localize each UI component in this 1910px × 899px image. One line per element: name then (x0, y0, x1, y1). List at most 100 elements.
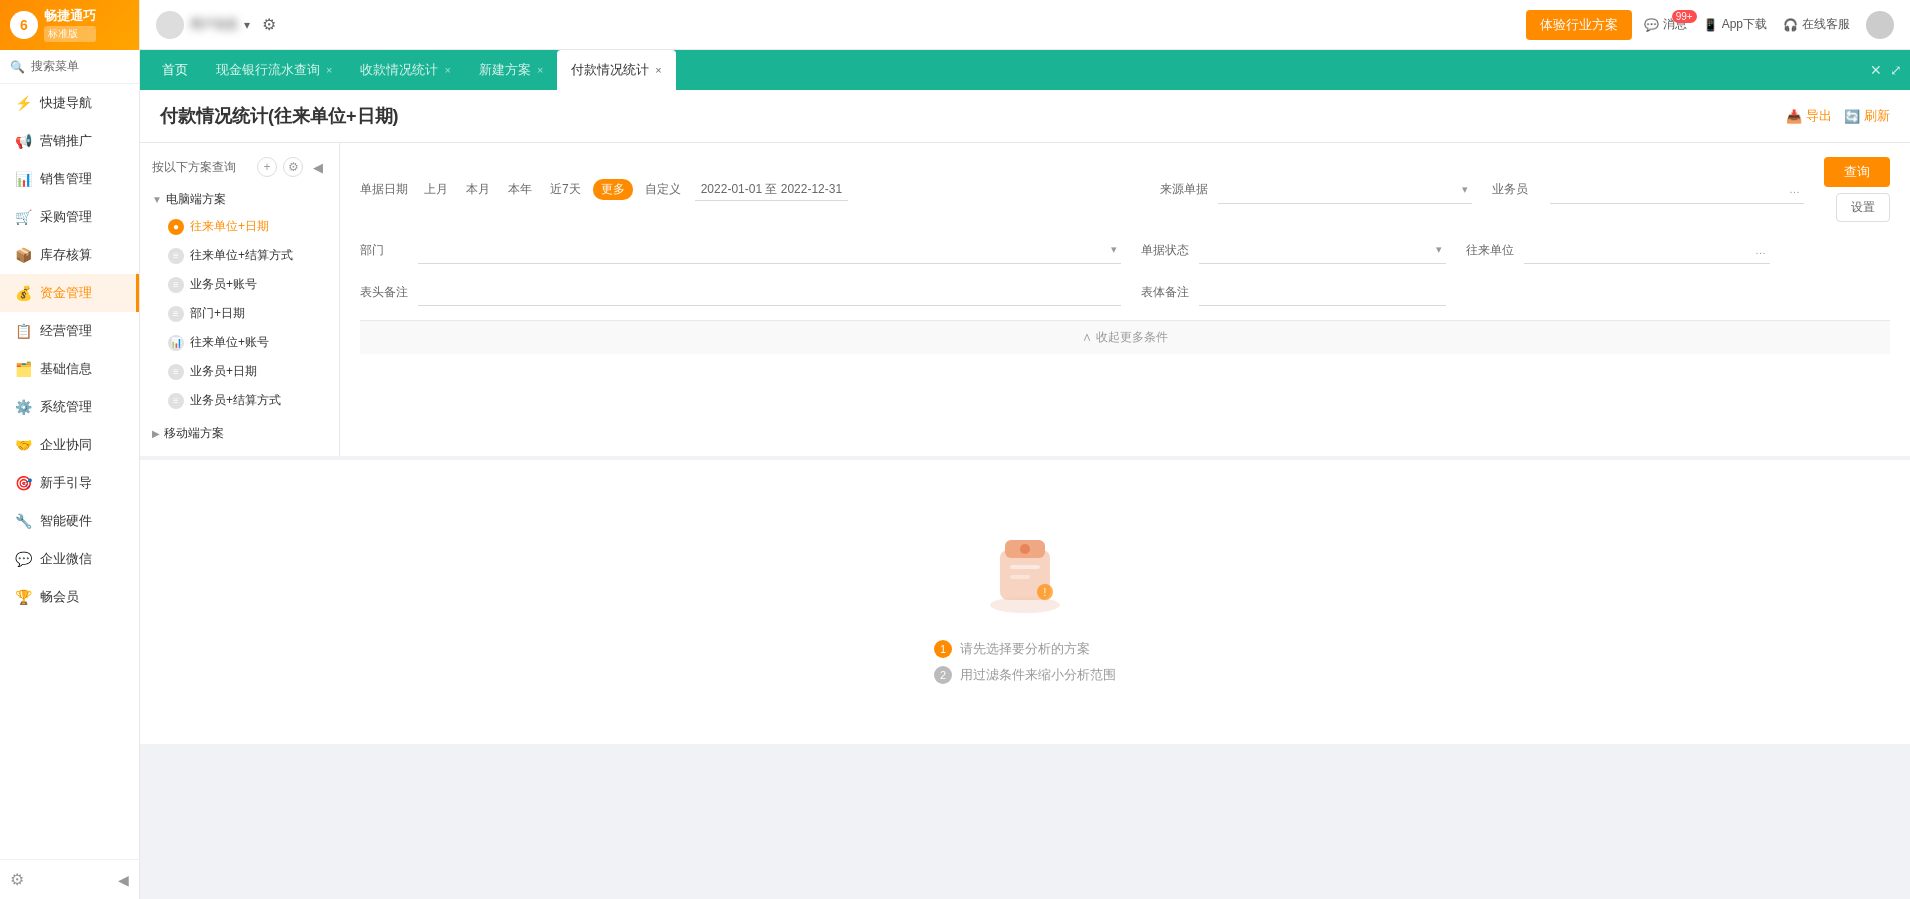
scheme-item-label: 往来单位+账号 (190, 334, 269, 351)
date-tab-more[interactable]: 更多 (593, 179, 633, 200)
tab-receipt-stats[interactable]: 收款情况统计 × (346, 50, 464, 90)
date-tab-last-month[interactable]: 上月 (418, 179, 454, 200)
scheme-mobile-group-header[interactable]: ▶ 移动端方案 (140, 421, 339, 446)
doc-status-select[interactable]: ▾ (1199, 236, 1445, 264)
sidebar-item-system[interactable]: ⚙️ 系统管理 (0, 388, 139, 426)
tab-payment-stats-close[interactable]: × (655, 64, 661, 76)
sidebar-item-quick-nav[interactable]: ⚡ 快捷导航 (0, 84, 139, 122)
sales-icon: 📊 (14, 170, 32, 188)
scheme-item-salesperson-account[interactable]: ≡ 业务员+账号 (140, 270, 339, 299)
sidebar-item-label: 库存核算 (40, 246, 92, 264)
scheme-item-dept-date[interactable]: ≡ 部门+日期 (140, 299, 339, 328)
window-close-icon[interactable]: ✕ (1870, 62, 1882, 78)
sidebar-search-item[interactable]: 🔍 搜索菜单 (0, 50, 139, 84)
partner-select[interactable]: … (1524, 236, 1770, 264)
date-tab-custom[interactable]: 自定义 (639, 179, 687, 200)
scheme-add-btn[interactable]: + (257, 157, 277, 177)
scheme-desktop-group-header[interactable]: ▼ 电脑端方案 (140, 187, 339, 212)
sidebar-item-inventory[interactable]: 📦 库存核算 (0, 236, 139, 274)
query-btn[interactable]: 查询 (1824, 157, 1890, 187)
source-doc-select[interactable]: ▾ (1218, 176, 1472, 204)
hint-text-1: 请先选择要分析的方案 (960, 640, 1090, 658)
sidebar-footer: ⚙ ◀ (0, 859, 139, 899)
date-range-value[interactable]: 2022-01-01 至 2022-12-31 (695, 179, 848, 201)
collapse-more-btn[interactable]: ∧ 收起更多条件 (360, 320, 1890, 354)
settings-small-btn[interactable]: 设置 (1836, 193, 1890, 222)
scheme-item-label: 业务员+日期 (190, 363, 257, 380)
tab-bank-flow-close[interactable]: × (326, 64, 332, 76)
sidebar-item-weixin[interactable]: 💬 企业微信 (0, 540, 139, 578)
table-header-note-label: 表头备注 (360, 284, 410, 301)
app-download-btn[interactable]: 📱 App下载 (1703, 16, 1767, 33)
member-icon: 🏆 (14, 588, 32, 606)
scheme-desktop-label: 电脑端方案 (166, 191, 226, 208)
tab-home[interactable]: 首页 (148, 50, 202, 90)
source-doc-arrow: ▾ (1462, 183, 1468, 196)
refresh-label: 刷新 (1864, 107, 1890, 125)
sidebar-item-label: 畅会员 (40, 588, 79, 606)
tab-bank-flow[interactable]: 现金银行流水查询 × (202, 50, 346, 90)
scheme-item-salesperson-settlement[interactable]: ≡ 业务员+结算方式 (140, 386, 339, 415)
sidebar-item-marketing[interactable]: 📢 营销推广 (0, 122, 139, 160)
tab-new-scheme-close[interactable]: × (537, 64, 543, 76)
message-icon: 💬 (1644, 18, 1659, 32)
scheme-panel: 按以下方案查询 + ⚙ ◀ ▼ 电脑端方案 (140, 143, 340, 456)
sidebar-item-label: 基础信息 (40, 360, 92, 378)
svg-rect-4 (1010, 565, 1040, 569)
sidebar-item-sales[interactable]: 📊 销售管理 (0, 160, 139, 198)
dept-select[interactable]: ▾ (418, 236, 1121, 264)
page-header-actions: 📥 导出 🔄 刷新 (1786, 107, 1890, 125)
trial-btn[interactable]: 体验行业方案 (1526, 10, 1632, 40)
date-tab-this-year[interactable]: 本年 (502, 179, 538, 200)
sidebar-collapse-icon[interactable]: ◀ (118, 872, 129, 888)
sidebar-item-hardware[interactable]: 🔧 智能硬件 (0, 502, 139, 540)
scheme-item-label: 部门+日期 (190, 305, 245, 322)
export-btn[interactable]: 📥 导出 (1786, 107, 1832, 125)
app-icon: 📱 (1703, 18, 1718, 32)
sidebar-item-collab[interactable]: 🤝 企业协同 (0, 426, 139, 464)
table-body-note-input[interactable] (1199, 278, 1445, 306)
svg-text:!: ! (1044, 587, 1047, 598)
sidebar-item-member[interactable]: 🏆 畅会员 (0, 578, 139, 616)
sidebar-item-label: 智能硬件 (40, 512, 92, 530)
scheme-table-icon: ≡ (168, 248, 184, 264)
date-tab-this-month[interactable]: 本月 (460, 179, 496, 200)
sidebar: 6 畅捷通巧 标准版 🔍 搜索菜单 ⚡ 快捷导航 📢 营销推广 📊 销售管理 🛒… (0, 0, 140, 899)
scheme-item-partner-date[interactable]: ● 往来单位+日期 (140, 212, 339, 241)
window-maximize-icon[interactable]: ⤢ (1890, 62, 1902, 78)
topbar-settings-icon[interactable]: ⚙ (262, 15, 276, 34)
scheme-item-partner-account[interactable]: 📊 往来单位+账号 (140, 328, 339, 357)
scheme-item-salesperson-date[interactable]: ≡ 业务员+日期 (140, 357, 339, 386)
refresh-btn[interactable]: 🔄 刷新 (1844, 107, 1890, 125)
date-tab-last-7days[interactable]: 近7天 (544, 179, 587, 200)
scheme-item-label: 往来单位+结算方式 (190, 247, 293, 264)
sidebar-settings-icon[interactable]: ⚙ (10, 870, 24, 889)
sidebar-item-basic-info[interactable]: 🗂️ 基础信息 (0, 350, 139, 388)
scheme-settings-btn[interactable]: ⚙ (283, 157, 303, 177)
profile-dropdown-btn[interactable]: ▾ (244, 18, 250, 32)
tab-receipt-stats-close[interactable]: × (444, 64, 450, 76)
empty-state: ! 1 请先选择要分析的方案 2 用过滤条件来缩小分析范围 (140, 460, 1910, 744)
user-avatar[interactable] (1866, 11, 1894, 39)
salesperson-select[interactable]: … (1550, 176, 1804, 204)
hardware-icon: 🔧 (14, 512, 32, 530)
sidebar-item-purchase[interactable]: 🛒 采购管理 (0, 198, 139, 236)
table-header-note-input[interactable] (418, 278, 1121, 306)
purchase-icon: 🛒 (14, 208, 32, 226)
page-content: 付款情况统计(往来单位+日期) 📥 导出 🔄 刷新 按以下方案查询 (140, 90, 1910, 899)
sidebar-item-operation[interactable]: 📋 经营管理 (0, 312, 139, 350)
sidebar-item-label: 经营管理 (40, 322, 92, 340)
scheme-collapse-btn[interactable]: ◀ (309, 160, 327, 175)
tab-payment-stats[interactable]: 付款情况统计 × (557, 50, 675, 90)
notifications-btn[interactable]: 💬 消息 99+ (1644, 16, 1687, 33)
online-service-btn[interactable]: 🎧 在线客服 (1783, 16, 1850, 33)
tabbar: 首页 现金银行流水查询 × 收款情况统计 × 新建方案 × 付款情况统计 × ✕… (140, 50, 1910, 90)
scheme-item-partner-settlement[interactable]: ≡ 往来单位+结算方式 (140, 241, 339, 270)
tab-new-scheme[interactable]: 新建方案 × (465, 50, 557, 90)
scheme-chart-icon: 📊 (168, 335, 184, 351)
topbar-profile[interactable]: 用户信息 ▾ (156, 11, 250, 39)
sidebar-item-finance[interactable]: 💰 资金管理 (0, 274, 139, 312)
gear-icon: ⚙ (288, 160, 299, 174)
sidebar-item-guide[interactable]: 🎯 新手引导 (0, 464, 139, 502)
tab-new-scheme-label: 新建方案 (479, 61, 531, 79)
